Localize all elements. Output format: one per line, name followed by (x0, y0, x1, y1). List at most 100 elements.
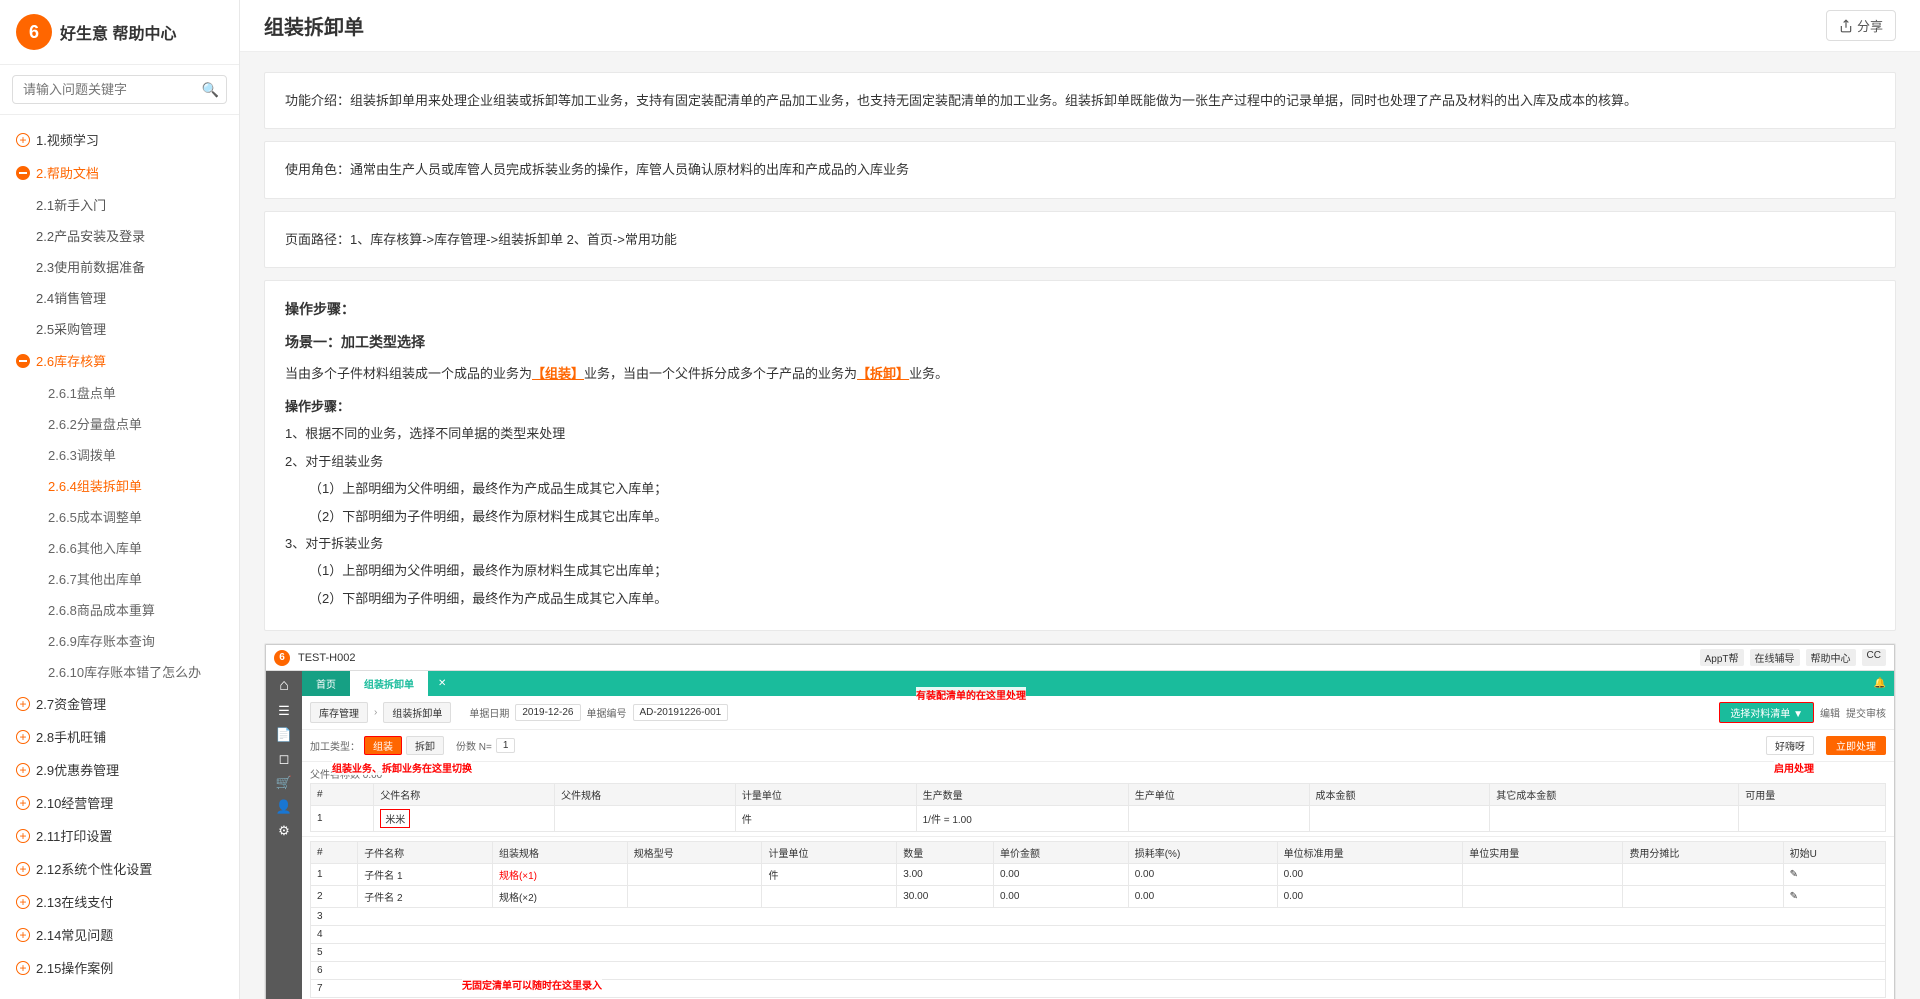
sidebar-item-stock-ledger[interactable]: 2.6.9库存账本查询 (0, 625, 239, 656)
sidebar-item-cost-adjust[interactable]: 2.6.5成本调整单 (0, 501, 239, 532)
mock-titlebar: 6 TEST-H002 AppT帮 在线辅导 帮助中心 CC (266, 645, 1894, 671)
mock-home-icon[interactable]: ⌂ (279, 677, 289, 695)
mock-person-icon[interactable]: 👤 (276, 799, 292, 815)
mock-count-value[interactable]: 1 (496, 738, 516, 753)
mock-tab-close[interactable]: ✕ (430, 673, 454, 694)
mock-ctd-1-qty-val: 规格(×1) (499, 871, 537, 882)
expand-icon-coupon: + (16, 763, 30, 777)
sidebar-item-videos[interactable]: + 1.视频学习 (0, 123, 239, 156)
sidebar-label-mobile: 2.8手机旺铺 (36, 727, 106, 746)
sidebar-item-newbie[interactable]: 2.1新手入门 (0, 189, 239, 220)
sidebar-label-docs: 2.帮助文档 (36, 163, 99, 182)
mock-help-btn[interactable]: 在线辅导 (1750, 649, 1800, 666)
mock-tab-home[interactable]: 首页 (302, 671, 350, 696)
mock-ctd-4-empty: 4 (311, 926, 1886, 944)
mock-tools-icon[interactable]: ⚙ (278, 823, 290, 839)
sidebar-item-transfer[interactable]: 2.6.3调拨单 (0, 439, 239, 470)
mock-btn-list[interactable]: 组装拆卸单 (383, 702, 451, 723)
mock-child-row-3: 3 (311, 908, 1886, 926)
sidebar-item-stock-error[interactable]: 2.6.10库存账本错了怎么办 (0, 656, 239, 687)
sidebar-item-other-out[interactable]: 2.6.7其他出库单 (0, 563, 239, 594)
mock-ctd-2-stduse: 0.00 (1277, 886, 1463, 908)
sidebar-item-inventory[interactable]: 2.6库存核算 (0, 344, 239, 377)
mock-box-icon[interactable]: ◻ (279, 751, 290, 767)
mock-parent-row-1: 1 米米 件 1/件 = 1.00 (311, 806, 1886, 832)
sidebar-item-finance[interactable]: + 2.7资金管理 (0, 687, 239, 720)
search-input[interactable] (12, 75, 227, 104)
mock-child-row-4: 4 (311, 926, 1886, 944)
mock-ctd-5-empty: 5 (311, 944, 1886, 962)
mock-disassembly-btn[interactable]: 拆卸 (406, 736, 444, 755)
sidebar-label-operation: 2.10经营管理 (36, 793, 113, 812)
mock-ctd-3-empty: 3 (311, 908, 1886, 926)
sidebar-label-payment: 2.13在线支付 (36, 892, 113, 911)
mock-btn-assembly-type[interactable]: 选择对料清单 ▼ (1719, 702, 1814, 723)
mock-td-1-spec (555, 806, 736, 832)
sidebar-item-mobile[interactable]: + 2.8手机旺铺 (0, 720, 239, 753)
sidebar-item-personalize[interactable]: + 2.12系统个性化设置 (0, 852, 239, 885)
mock-form-date-value[interactable]: 2019-12-26 (515, 704, 580, 721)
mock-cth-alloc: 费用分摊比 (1623, 842, 1783, 864)
mock-td-1-cost (1309, 806, 1490, 832)
mock-menu-icon[interactable]: ☰ (278, 703, 290, 719)
mock-td-1-punit (1128, 806, 1309, 832)
mock-btn-new[interactable]: 库存管理 (310, 702, 368, 723)
mock-window-controls: AppT帮 在线辅导 帮助中心 CC (1700, 649, 1886, 666)
sidebar-item-partial-stocktake[interactable]: 2.6.2分量盘点单 (0, 408, 239, 439)
mock-td-1-avail (1739, 806, 1886, 832)
sidebar-label-personalize: 2.12系统个性化设置 (36, 859, 152, 878)
mock-tab-icon1[interactable]: 🔔 (1874, 678, 1886, 689)
sidebar-item-faq[interactable]: + 2.14常见问题 (0, 918, 239, 951)
sidebar-item-cases[interactable]: + 2.15操作案例 (0, 951, 239, 984)
mock-company-input[interactable]: 好嗨呀 (1766, 736, 1814, 755)
role-block: 使用角色：通常由生产人员或库管人员完成拆装业务的操作，库管人员确认原材料的出库和… (264, 141, 1896, 198)
expand-icon-faq: + (16, 928, 30, 942)
sidebar-item-docs[interactable]: 2.帮助文档 (0, 156, 239, 189)
sidebar-item-sales[interactable]: 2.4销售管理 (0, 282, 239, 313)
mock-btn-edit[interactable]: 编辑 (1820, 705, 1840, 720)
mock-btn-submit[interactable]: 提交审核 (1846, 705, 1886, 720)
mock-form-header: 加工类型： 组装 拆卸 份数 N= 1 好嗨呀 立即处理 (302, 730, 1894, 762)
mock-th-unit: 计量单位 (735, 784, 916, 806)
mock-assembly-btn[interactable]: 组装 (364, 736, 402, 755)
mock-user-btn[interactable]: CC (1862, 649, 1886, 666)
expand-icon-mobile: + (16, 730, 30, 744)
mock-td-1-othercost (1490, 806, 1739, 832)
mock-panel: 首页 组装拆卸单 ✕ 🔔 库存管理 › 组装拆卸单 单据日 (302, 671, 1894, 999)
sidebar-item-payment[interactable]: + 2.13在线支付 (0, 885, 239, 918)
sidebar-item-other-in[interactable]: 2.6.6其他入库单 (0, 532, 239, 563)
scene1-desc: 当由多个子件材料组装成一个成品的业务为【组装】业务，当由一个父件拆分成多个子产品… (285, 362, 1875, 385)
share-button[interactable]: 分享 (1826, 10, 1896, 41)
search-icon[interactable]: 🔍 (202, 81, 219, 98)
sidebar-item-install[interactable]: 2.2产品安装及登录 (0, 220, 239, 251)
mock-ctd-2-no: 2 (311, 886, 358, 908)
mock-tab-active[interactable]: 组装拆卸单 (350, 671, 428, 696)
sidebar-item-operation[interactable]: + 2.10经营管理 (0, 786, 239, 819)
expand-icon-videos: + (16, 133, 30, 147)
sidebar-item-coupon[interactable]: + 2.9优惠券管理 (0, 753, 239, 786)
mock-td-1-input[interactable]: 米米 (380, 809, 410, 828)
annotation-switch: 组装业务、拆卸业务在这里切换 (332, 760, 472, 775)
sidebar-item-print[interactable]: + 2.11打印设置 (0, 819, 239, 852)
sidebar-item-assembly[interactable]: 2.6.4组装拆卸单 (0, 470, 239, 501)
mock-th-other-cost: 其它成本金额 (1490, 784, 1739, 806)
sidebar-item-dataprep[interactable]: 2.3使用前数据准备 (0, 251, 239, 282)
mock-helpcenter-btn[interactable]: 帮助中心 (1806, 649, 1856, 666)
mock-cth-actuse: 单位实用量 (1463, 842, 1623, 864)
sidebar-item-cost-recalc[interactable]: 2.6.8商品成本重算 (0, 594, 239, 625)
mock-order-icon[interactable]: 📄 (276, 727, 292, 743)
step-3-1: （1）上部明细为父件明细，最终作为原材料生成其它出库单； (309, 559, 1875, 582)
mock-child-table-container: # 子件名称 组装规格 规格型号 计量单位 数量 单价金额 损耗率(%) 单位标 (302, 836, 1894, 999)
mock-process-type-label: 加工类型： (310, 738, 360, 753)
sidebar-label-coupon: 2.9优惠券管理 (36, 760, 119, 779)
mock-form-no-value[interactable]: AD-20191226-001 (633, 704, 729, 721)
mock-ctd-1-aspec: 规格(×1) (492, 864, 627, 886)
mock-enable-btn[interactable]: 立即处理 (1826, 736, 1886, 755)
sidebar-item-purchase[interactable]: 2.5采购管理 (0, 313, 239, 344)
mock-appstore-btn[interactable]: AppT帮 (1700, 649, 1744, 666)
step-2-2: （2）下部明细为子件明细，最终作为原材料生成其它出库单。 (309, 505, 1875, 528)
sidebar-item-stocktake[interactable]: 2.6.1盘点单 (0, 377, 239, 408)
mock-parent-label: 父件名称数 0.00 (310, 766, 1886, 781)
mock-ctd-1-init: ✎ (1783, 864, 1885, 886)
mock-cart-icon[interactable]: 🛒 (276, 775, 292, 791)
